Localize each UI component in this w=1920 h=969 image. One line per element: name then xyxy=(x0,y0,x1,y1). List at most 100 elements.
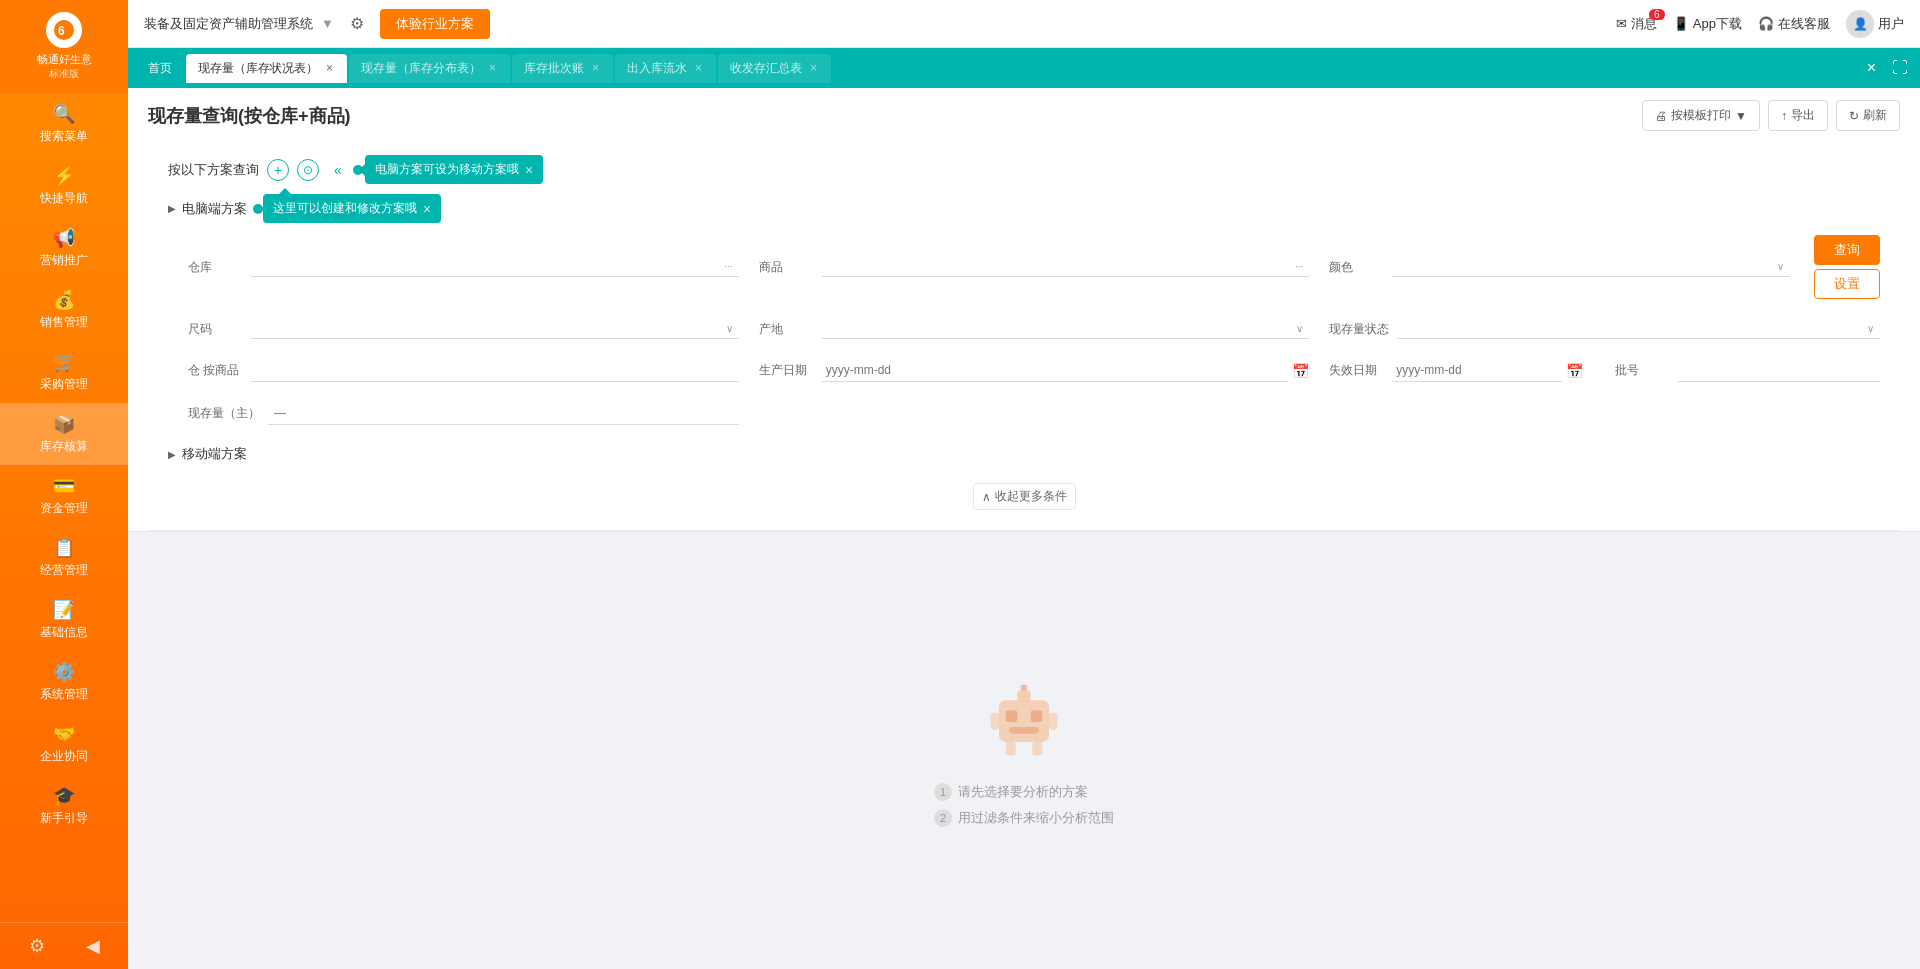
color-select[interactable]: ∨ xyxy=(1392,257,1790,277)
stock-main-input[interactable] xyxy=(268,402,739,425)
user-btn[interactable]: 👤 用户 xyxy=(1846,10,1904,38)
tab-batch-account-close[interactable]: × xyxy=(590,61,601,75)
tab-home[interactable]: 首页 xyxy=(136,54,184,83)
user-label: 用户 xyxy=(1878,15,1904,33)
collapse-sidebar-btn[interactable]: ◀ xyxy=(86,935,100,957)
online-service-btn[interactable]: 🎧 在线客服 xyxy=(1758,15,1830,33)
trial-btn[interactable]: 体验行业方案 xyxy=(380,9,490,39)
scheme-mobile-header[interactable]: ▶ 移动端方案 xyxy=(168,441,1880,467)
category-label: 仓 按商品 xyxy=(188,362,243,379)
produce-date-input[interactable] xyxy=(822,359,1289,382)
topbar-right: ✉ 消息 6 📱 App下载 🎧 在线客服 👤 用户 xyxy=(1616,10,1904,38)
hint-text-2: 用过滤条件来缩小分析范围 xyxy=(958,809,1114,827)
tab-batch-account[interactable]: 库存批次账 × xyxy=(512,54,613,83)
filter-arrow-btn[interactable]: « xyxy=(327,159,349,181)
sidebar-item-label: 销售管理 xyxy=(40,314,88,331)
topbar-title: 装备及固定资产辅助管理系统 ▼ xyxy=(144,15,334,33)
sidebar-item-label: 搜索菜单 xyxy=(40,128,88,145)
tab-inout-flow[interactable]: 出入库流水 × xyxy=(615,54,716,83)
filter-row-3: 仓 按商品 生产日期 📅 失效日期 xyxy=(168,359,1880,382)
goods-label: 商品 xyxy=(759,259,814,276)
print-btn[interactable]: 🖨 按模板打印 ▼ xyxy=(1642,100,1760,131)
sidebar-item-label: 经营管理 xyxy=(40,562,88,579)
collapse-btn[interactable]: ∧ 收起更多条件 xyxy=(973,483,1076,510)
tab-inventory-status[interactable]: 现存量（库存状况表） × xyxy=(186,54,347,83)
print-dropdown-icon: ▼ xyxy=(1735,109,1747,123)
search-menu-icon: 🔍 xyxy=(53,103,75,125)
sidebar-item-finance[interactable]: 💳 资金管理 xyxy=(0,465,128,527)
origin-label: 产地 xyxy=(759,321,814,338)
basic-info-icon: 📝 xyxy=(53,599,75,621)
warehouse-select[interactable]: ··· xyxy=(251,257,739,277)
export-btn[interactable]: ↑ 导出 xyxy=(1768,100,1828,131)
filter-field-origin: 产地 ∨ xyxy=(759,319,1310,339)
stock-main-label: 现存量（主） xyxy=(188,405,260,422)
avatar: 👤 xyxy=(1846,10,1874,38)
topbar-settings-btn[interactable]: ⚙ xyxy=(346,10,368,37)
size-select[interactable]: ∨ xyxy=(251,319,739,339)
produce-calendar-icon[interactable]: 📅 xyxy=(1292,363,1309,379)
empty-state-icon xyxy=(974,667,1074,767)
sidebar-item-search-menu[interactable]: 🔍 搜索菜单 xyxy=(0,93,128,155)
svg-rect-5 xyxy=(1009,727,1039,734)
filter-add-btn[interactable]: + xyxy=(267,159,289,181)
batch-input[interactable] xyxy=(1678,359,1880,382)
settings-btn[interactable]: ⚙ xyxy=(29,935,45,957)
sidebar-item-inventory[interactable]: 📦 库存核算 xyxy=(0,403,128,465)
produce-date-field: 📅 xyxy=(822,359,1310,382)
filter-field-size: 尺码 ∨ xyxy=(188,319,739,339)
sidebar-item-sales[interactable]: 💰 销售管理 xyxy=(0,279,128,341)
export-label: 导出 xyxy=(1791,107,1815,124)
stock-status-select[interactable]: ∨ xyxy=(1397,319,1880,339)
sidebar-logo: 6 畅通好生意 标准版 xyxy=(0,0,128,93)
hint-text-1: 请先选择要分析的方案 xyxy=(958,783,1088,801)
filter-field-color: 颜色 ∨ 查询 设置 xyxy=(1329,235,1880,299)
app-download-btn[interactable]: 📱 App下载 xyxy=(1673,15,1742,33)
expiry-date-input[interactable] xyxy=(1392,359,1561,382)
reset-btn[interactable]: 设置 xyxy=(1814,269,1880,299)
scheme-mobile-arrow-icon: ▶ xyxy=(168,449,176,460)
sidebar-item-enterprise[interactable]: 🤝 企业协同 xyxy=(0,713,128,775)
message-badge: 6 xyxy=(1649,9,1665,20)
tab-inventory-dist[interactable]: 现存量（库存分布表） × xyxy=(349,54,510,83)
sidebar-item-guide[interactable]: 🎓 新手引导 xyxy=(0,775,128,837)
tab-inout-flow-close[interactable]: × xyxy=(693,61,704,75)
scheme-computer-header[interactable]: ▶ 电脑端方案 xyxy=(168,196,247,222)
collapse-row: ∧ 收起更多条件 xyxy=(168,475,1880,518)
sidebar-item-quick-nav[interactable]: ⚡ 快捷导航 xyxy=(0,155,128,217)
tooltip1-close[interactable]: × xyxy=(525,162,533,178)
search-btn[interactable]: 查询 xyxy=(1814,235,1880,265)
dropdown-arrow-icon[interactable]: ▼ xyxy=(321,16,334,31)
stock-status-label: 现存量状态 xyxy=(1329,321,1389,338)
close-all-tabs-btn[interactable]: × xyxy=(1863,55,1880,81)
tab-inventory-status-close[interactable]: × xyxy=(324,61,335,75)
tab-receive-summary[interactable]: 收发存汇总表 × xyxy=(718,54,831,83)
tab-receive-summary-close[interactable]: × xyxy=(808,61,819,75)
expiry-calendar-icon[interactable]: 📅 xyxy=(1566,363,1583,379)
svg-rect-6 xyxy=(1017,690,1030,702)
marketing-icon: 📢 xyxy=(53,227,75,249)
goods-select[interactable]: ··· xyxy=(822,257,1310,277)
refresh-btn[interactable]: ↻ 刷新 xyxy=(1836,100,1900,131)
sidebar-item-label: 库存核算 xyxy=(40,438,88,455)
tab-inout-flow-label: 出入库流水 xyxy=(627,60,687,77)
expand-tabs-btn[interactable]: ⛶ xyxy=(1888,55,1912,81)
origin-select[interactable]: ∨ xyxy=(822,319,1310,339)
sidebar-item-marketing[interactable]: 📢 营销推广 xyxy=(0,217,128,279)
size-label: 尺码 xyxy=(188,321,243,338)
svg-rect-10 xyxy=(1006,742,1016,755)
sidebar-item-system[interactable]: ⚙️ 系统管理 xyxy=(0,651,128,713)
category-input[interactable] xyxy=(251,359,739,382)
message-btn[interactable]: ✉ 消息 6 xyxy=(1616,15,1657,33)
tooltip2-close[interactable]: × xyxy=(423,201,431,217)
filter-copy-btn[interactable]: ⊙ xyxy=(297,159,319,181)
svg-point-7 xyxy=(1021,684,1028,691)
sidebar-item-operations[interactable]: 📋 经营管理 xyxy=(0,527,128,589)
content-area: 现存量查询(按仓库+商品) 🖨 按模板打印 ▼ ↑ 导出 ↻ 刷新 xyxy=(128,88,1920,969)
sidebar-item-basic-info[interactable]: 📝 基础信息 xyxy=(0,589,128,651)
sidebar-item-purchase[interactable]: 🛒 采购管理 xyxy=(0,341,128,403)
tab-inventory-dist-close[interactable]: × xyxy=(487,61,498,75)
svg-rect-11 xyxy=(1032,742,1042,755)
filter-field-goods: 商品 ··· xyxy=(759,235,1310,299)
warehouse-arrow-icon: ··· xyxy=(724,261,732,272)
